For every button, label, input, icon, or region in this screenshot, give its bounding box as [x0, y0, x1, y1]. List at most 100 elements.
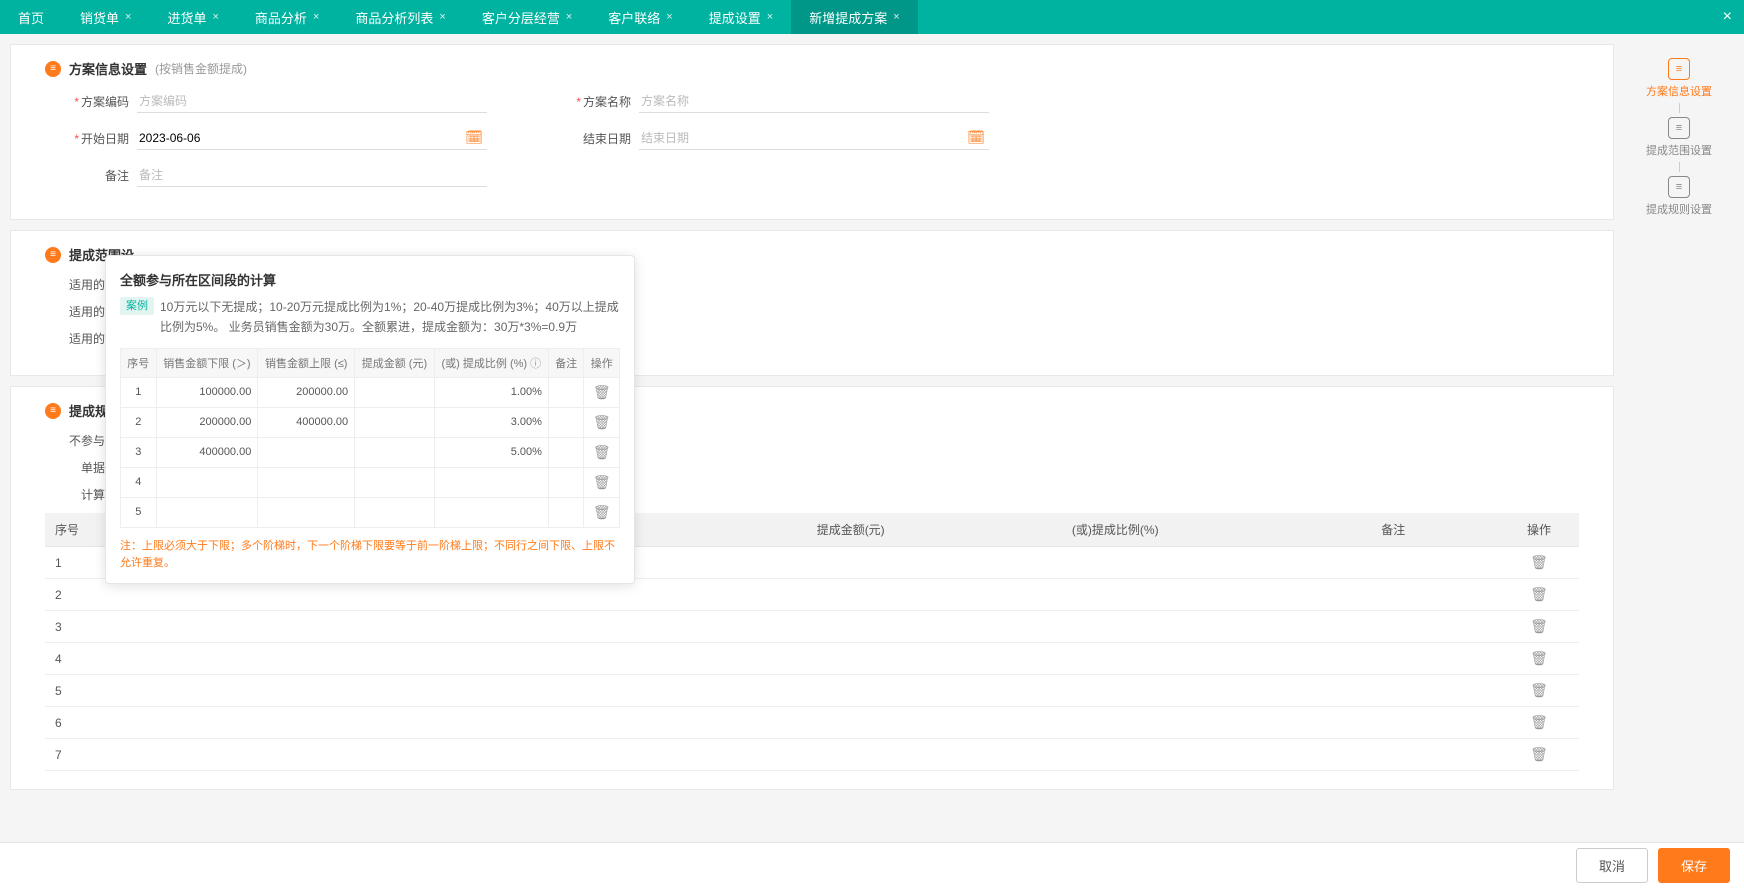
table-cell[interactable] [807, 739, 1062, 771]
table-cell[interactable] [1371, 643, 1499, 675]
table-row[interactable]: 6🗑 [45, 707, 1579, 739]
delete-icon[interactable]: 🗑 [593, 474, 611, 490]
popover-table-cell: 2 [121, 407, 157, 437]
popover-table-cell: 200000.00 [156, 407, 258, 437]
tab-close-icon[interactable]: × [439, 11, 445, 23]
table-cell[interactable] [1062, 643, 1371, 675]
popover-table-row: 4🗑 [121, 467, 620, 497]
popover-table-cell: 🗑 [584, 467, 620, 497]
table-cell[interactable] [1062, 611, 1371, 643]
table-cell[interactable] [498, 707, 807, 739]
remark-input[interactable] [137, 164, 487, 187]
table-row[interactable]: 4🗑 [45, 643, 1579, 675]
delete-icon[interactable]: 🗑 [1530, 650, 1548, 666]
table-cell[interactable] [1062, 579, 1371, 611]
delete-icon[interactable]: 🗑 [593, 444, 611, 460]
popover-table-cell: 🗑 [584, 407, 620, 437]
example-badge: 案例 [120, 297, 154, 315]
table-cell[interactable]: 7 [45, 739, 173, 771]
table-cell[interactable] [498, 675, 807, 707]
table-cell[interactable] [1062, 707, 1371, 739]
table-cell[interactable] [1371, 547, 1499, 579]
anchor-nav-item[interactable]: ≡提成规则设置 [1646, 176, 1712, 217]
tab-close-icon[interactable]: × [767, 11, 773, 23]
cancel-button[interactable]: 取消 [1576, 848, 1648, 883]
start-date-input[interactable] [137, 127, 487, 150]
popover-table-cell: 3 [121, 437, 157, 467]
delete-icon[interactable]: 🗑 [1530, 682, 1548, 698]
tab-商品分析列表[interactable]: 商品分析列表× [337, 0, 463, 34]
popover-table-header: 序号 [121, 348, 157, 377]
popover-table-cell: 4 [121, 467, 157, 497]
table-cell[interactable] [1371, 707, 1499, 739]
table-cell[interactable] [807, 611, 1062, 643]
delete-icon[interactable]: 🗑 [593, 504, 611, 520]
tab-close-icon[interactable]: × [893, 11, 899, 23]
table-cell[interactable] [498, 643, 807, 675]
anchor-nav-item[interactable]: ≡方案信息设置 [1646, 58, 1712, 99]
table-cell[interactable] [1371, 675, 1499, 707]
table-cell[interactable] [807, 675, 1062, 707]
name-input[interactable] [639, 90, 989, 113]
end-date-label: 结束日期 [583, 132, 631, 146]
delete-icon[interactable]: 🗑 [1530, 746, 1548, 762]
tab-商品分析[interactable]: 商品分析× [237, 0, 337, 34]
table-cell[interactable] [1371, 739, 1499, 771]
table-cell[interactable] [173, 707, 498, 739]
delete-icon[interactable]: 🗑 [593, 384, 611, 400]
table-cell[interactable]: 6 [45, 707, 173, 739]
delete-icon[interactable]: 🗑 [1530, 586, 1548, 602]
table-cell[interactable] [173, 675, 498, 707]
tab-进货单[interactable]: 进货单× [149, 0, 236, 34]
tab-提成设置[interactable]: 提成设置× [691, 0, 791, 34]
table-cell[interactable] [1062, 739, 1371, 771]
table-row[interactable]: 7🗑 [45, 739, 1579, 771]
anchor-nav-item[interactable]: ≡提成范围设置 [1646, 117, 1712, 158]
panel-icon: ≡ [45, 403, 61, 419]
table-cell[interactable] [1371, 579, 1499, 611]
tab-close-icon[interactable]: × [313, 11, 319, 23]
tab-销货单[interactable]: 销货单 × [62, 0, 149, 34]
tab-新增提成方案[interactable]: 新增提成方案× [791, 0, 917, 34]
table-cell[interactable] [807, 643, 1062, 675]
popover-table-cell [355, 377, 435, 407]
popover-table-cell: 1.00% [434, 377, 548, 407]
table-cell[interactable] [1062, 547, 1371, 579]
popover-table-cell [434, 497, 548, 527]
tab-首页[interactable]: 首页 [0, 0, 62, 34]
table-row[interactable]: 5🗑 [45, 675, 1579, 707]
table-cell[interactable] [1371, 611, 1499, 643]
table-cell[interactable] [498, 611, 807, 643]
code-input[interactable] [137, 90, 487, 113]
tab-close-icon[interactable]: × [566, 11, 572, 23]
start-date-label: 开始日期 [81, 132, 129, 146]
table-cell[interactable] [807, 707, 1062, 739]
table-cell[interactable] [173, 611, 498, 643]
table-cell[interactable]: 3 [45, 611, 173, 643]
delete-icon[interactable]: 🗑 [593, 414, 611, 430]
table-cell[interactable]: 4 [45, 643, 173, 675]
table-row[interactable]: 3🗑 [45, 611, 1579, 643]
save-button[interactable]: 保存 [1658, 848, 1730, 883]
close-all-tabs-icon[interactable]: × [1723, 0, 1732, 34]
table-cell[interactable] [1062, 675, 1371, 707]
tab-客户分层经营[interactable]: 客户分层经营× [464, 0, 590, 34]
delete-icon[interactable]: 🗑 [1530, 618, 1548, 634]
table-cell[interactable] [498, 739, 807, 771]
table-cell[interactable] [173, 739, 498, 771]
anchor-nav-label: 提成范围设置 [1646, 142, 1712, 158]
table-cell[interactable] [807, 547, 1062, 579]
tab-close-icon[interactable]: × [666, 11, 672, 23]
table-cell: 🗑 [1499, 643, 1579, 675]
table-cell[interactable] [807, 579, 1062, 611]
tab-label: 销货单 [80, 8, 119, 27]
end-date-input[interactable] [639, 127, 989, 150]
tab-close-icon[interactable]: × [212, 11, 218, 23]
popover-table-cell [548, 407, 584, 437]
delete-icon[interactable]: 🗑 [1530, 714, 1548, 730]
tab-客户联络[interactable]: 客户联络× [590, 0, 690, 34]
table-cell[interactable] [173, 643, 498, 675]
delete-icon[interactable]: 🗑 [1530, 554, 1548, 570]
table-cell[interactable]: 5 [45, 675, 173, 707]
tab-close-icon[interactable]: × [125, 11, 131, 23]
